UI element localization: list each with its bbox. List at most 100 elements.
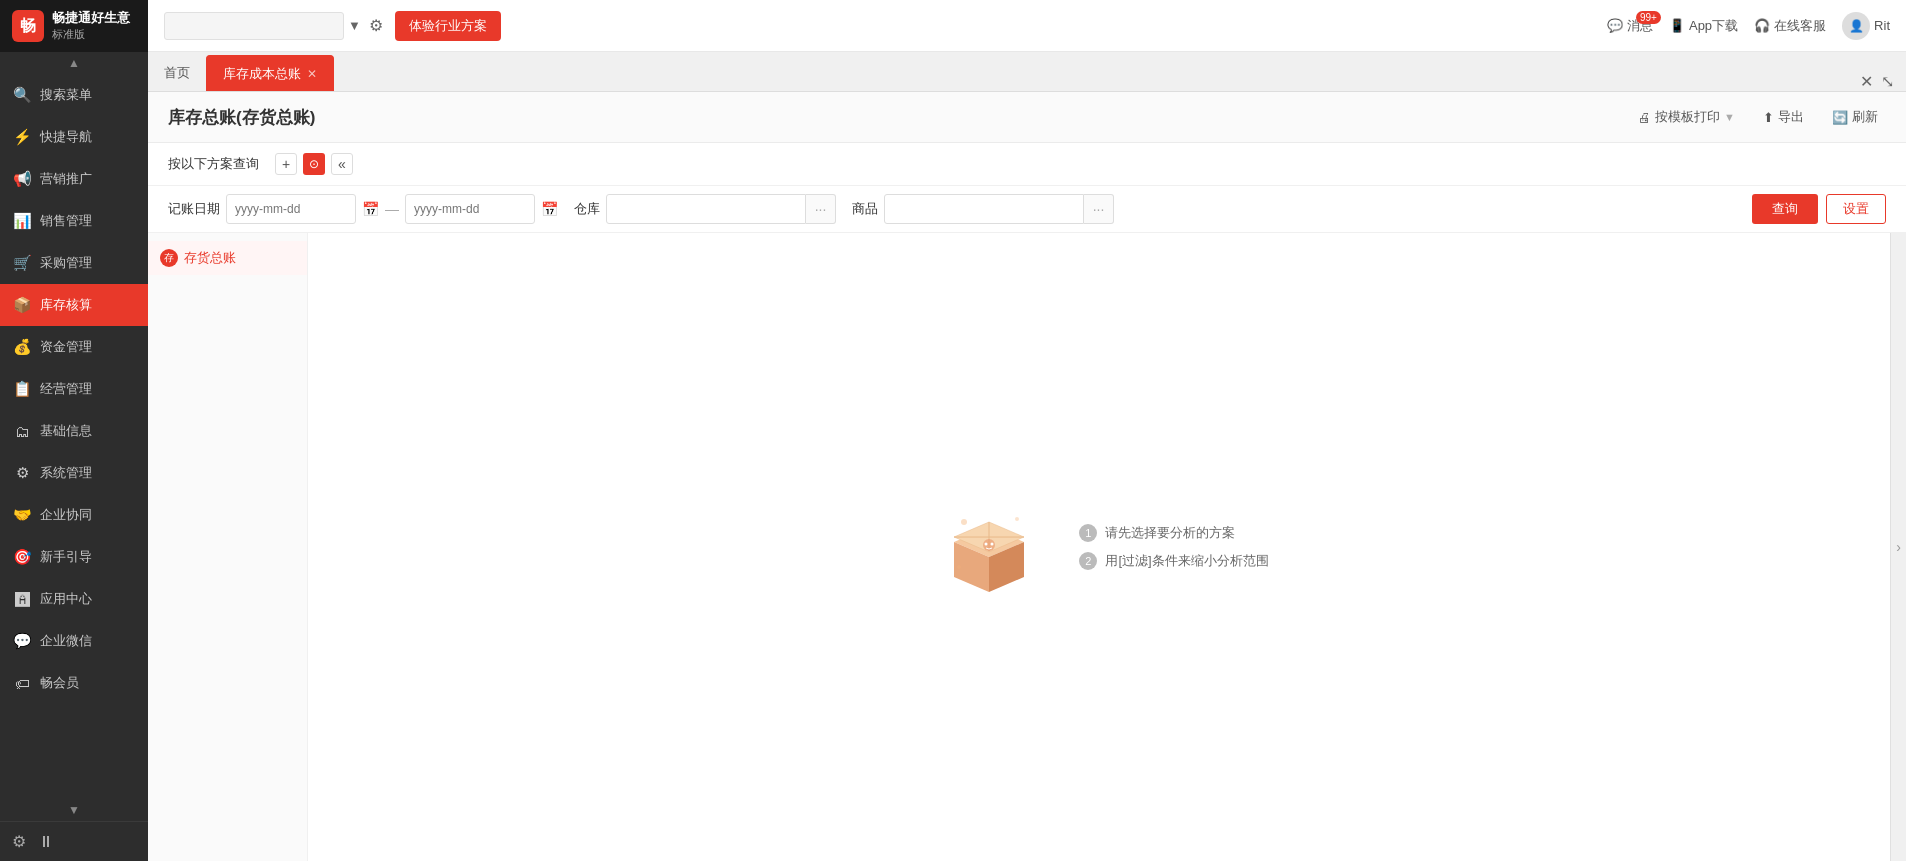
svg-point-9	[961, 519, 967, 525]
user-item[interactable]: 👤 Rit	[1842, 12, 1890, 40]
sidebar-item-basic[interactable]: 🗂 基础信息	[0, 410, 148, 452]
print-dropdown-icon[interactable]: ▼	[1724, 111, 1735, 123]
print-button[interactable]: 🖨 按模板打印 ▼	[1630, 104, 1743, 130]
appcenter-icon: 🅰	[12, 589, 32, 609]
online-service-label: 在线客服	[1774, 17, 1826, 35]
tip-text-2: 用[过滤]条件来缩小分析范围	[1105, 552, 1268, 570]
filter-add-button[interactable]: +	[275, 153, 297, 175]
empty-box-svg	[939, 497, 1039, 597]
filter-goods-input-group: ···	[884, 194, 1114, 224]
quicknav-icon: ⚡	[12, 127, 32, 147]
svg-point-11	[957, 565, 961, 569]
right-collapse-panel[interactable]: ›	[1890, 233, 1906, 861]
top-search-input[interactable]	[164, 12, 344, 40]
tab-bar-expand-icon[interactable]: ⤡	[1881, 72, 1894, 91]
sidebar-item-system[interactable]: ⚙ 系统管理	[0, 452, 148, 494]
tab-close-icon[interactable]: ✕	[307, 67, 317, 81]
filter-goods-more-button[interactable]: ···	[1084, 194, 1114, 224]
filter-warehouse-input-group: ···	[606, 194, 836, 224]
export-button[interactable]: ⬆ 导出	[1755, 104, 1812, 130]
refresh-button[interactable]: 🔄 刷新	[1824, 104, 1886, 130]
audio-bottom-icon[interactable]: ⏸	[38, 833, 54, 851]
finance-icon: 💰	[12, 337, 32, 357]
sidebar-item-inventory[interactable]: 📦 库存核算	[0, 284, 148, 326]
filter-date-to-icon[interactable]: 📅	[541, 201, 558, 217]
online-service-icon: 🎧	[1754, 18, 1770, 33]
sidebar-item-purchase[interactable]: 🛒 采购管理	[0, 242, 148, 284]
sidebar-item-member[interactable]: 🏷 畅会员	[0, 662, 148, 704]
filter-date-from-icon[interactable]: 📅	[362, 201, 379, 217]
filter-goods-label: 商品	[852, 200, 878, 218]
app-edition: 标准版	[52, 27, 130, 41]
sidebar-item-finance[interactable]: 💰 资金管理	[0, 326, 148, 368]
filter-date-to-input[interactable]	[405, 194, 535, 224]
tab-bar-close-icon[interactable]: ✕	[1860, 72, 1873, 91]
sidebar-item-appcenter[interactable]: 🅰 应用中心	[0, 578, 148, 620]
svg-point-8	[991, 543, 994, 546]
sidebar-item-operation[interactable]: 📋 经营管理	[0, 368, 148, 410]
sidebar-item-marketing[interactable]: 📢 营销推广	[0, 158, 148, 200]
filter-warehouse-field: 仓库 ···	[574, 194, 836, 224]
messages-icon: 💬	[1607, 18, 1623, 33]
scheme-item-inventory-total[interactable]: 存 存货总账	[148, 241, 307, 275]
online-service-item[interactable]: 🎧 在线客服	[1754, 17, 1826, 35]
filter-collapse-button[interactable]: ⊙	[303, 153, 325, 175]
sidebar-item-purchase-label: 采购管理	[40, 254, 92, 272]
filter-actions: + ⊙ «	[275, 153, 353, 175]
sidebar-item-corpwechat[interactable]: 💬 企业微信	[0, 620, 148, 662]
sidebar-logo: 畅 畅捷通好生意 标准版	[0, 0, 148, 52]
newguide-icon: 🎯	[12, 547, 32, 567]
filter-warehouse-label: 仓库	[574, 200, 600, 218]
filter-goods-input[interactable]	[884, 194, 1084, 224]
sidebar-item-appcenter-label: 应用中心	[40, 590, 92, 608]
member-icon: 🏷	[12, 673, 32, 693]
page-main: 1 请先选择要分析的方案 2 用[过滤]条件来缩小分析范围	[308, 233, 1890, 861]
filter-warehouse-input[interactable]	[606, 194, 806, 224]
sidebar-item-newguide-label: 新手引导	[40, 548, 92, 566]
top-search-dropdown-icon[interactable]: ▼	[348, 18, 361, 33]
sidebar-item-corpwechat-label: 企业微信	[40, 632, 92, 650]
sidebar-scroll-up[interactable]: ▲	[0, 52, 148, 74]
settings-button[interactable]: 设置	[1826, 194, 1886, 224]
system-icon: ⚙	[12, 463, 32, 483]
filter-scheme-label: 按以下方案查询	[168, 155, 259, 173]
tip-num-1: 1	[1079, 524, 1097, 542]
sidebar-item-finance-label: 资金管理	[40, 338, 92, 356]
sidebar-item-quicknav-label: 快捷导航	[40, 128, 92, 146]
scheme-item-icon: 存	[160, 249, 178, 267]
inventory-icon: 📦	[12, 295, 32, 315]
svg-point-10	[1015, 517, 1019, 521]
sidebar-item-marketing-label: 营销推广	[40, 170, 92, 188]
sidebar-item-basic-label: 基础信息	[40, 422, 92, 440]
tab-home[interactable]: 首页	[148, 55, 206, 91]
page-body: 存 存货总账	[148, 233, 1906, 861]
settings-bottom-icon[interactable]: ⚙	[12, 832, 26, 851]
tab-inventory-ledger[interactable]: 库存成本总账 ✕	[206, 55, 334, 91]
export-icon: ⬆	[1763, 110, 1774, 125]
empty-illustration	[929, 487, 1049, 607]
sidebar-item-sales[interactable]: 📊 销售管理	[0, 200, 148, 242]
sidebar-item-operation-label: 经营管理	[40, 380, 92, 398]
app-download-item[interactable]: 📱 App下载	[1669, 17, 1738, 35]
sidebar-item-quicknav[interactable]: ⚡ 快捷导航	[0, 116, 148, 158]
industry-solution-button[interactable]: 体验行业方案	[395, 11, 501, 41]
empty-tip-1: 1 请先选择要分析的方案	[1079, 524, 1268, 542]
sidebar-item-enterprise[interactable]: 🤝 企业协同	[0, 494, 148, 536]
print-label: 按模板打印	[1655, 108, 1720, 126]
top-settings-icon[interactable]: ⚙	[369, 16, 383, 35]
sidebar-item-enterprise-label: 企业协同	[40, 506, 92, 524]
tip-text-1: 请先选择要分析的方案	[1105, 524, 1235, 542]
sidebar-scroll-down[interactable]: ▼	[0, 799, 148, 821]
query-button[interactable]: 查询	[1752, 194, 1818, 224]
refresh-label: 刷新	[1852, 108, 1878, 126]
filter-hide-button[interactable]: «	[331, 153, 353, 175]
messages-item[interactable]: 💬 消息 99+	[1607, 17, 1653, 35]
sidebar-item-newguide[interactable]: 🎯 新手引导	[0, 536, 148, 578]
sidebar-item-member-label: 畅会员	[40, 674, 79, 692]
basic-icon: 🗂	[12, 421, 32, 441]
filter-date-from-input[interactable]	[226, 194, 356, 224]
sidebar-item-search[interactable]: 🔍 搜索菜单	[0, 74, 148, 116]
page-header: 库存总账(存货总账) 🖨 按模板打印 ▼ ⬆ 导出 🔄 刷新	[148, 92, 1906, 143]
filter-warehouse-more-button[interactable]: ···	[806, 194, 836, 224]
top-bar-right: 💬 消息 99+ 📱 App下载 🎧 在线客服 👤 Rit	[1607, 12, 1890, 40]
